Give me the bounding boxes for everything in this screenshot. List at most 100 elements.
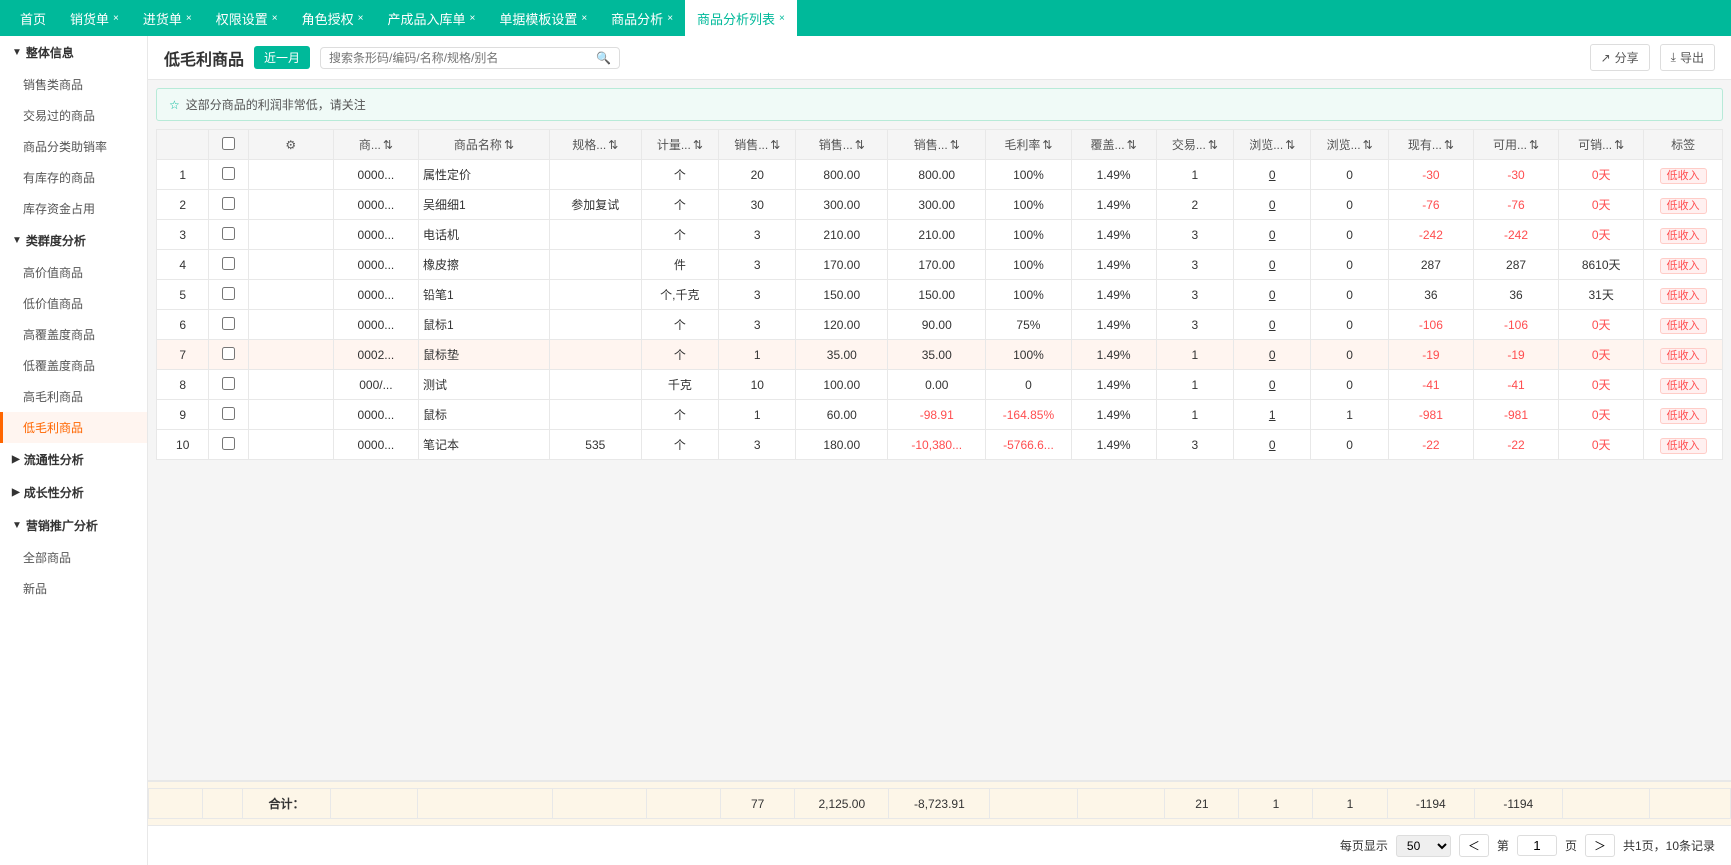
col-header-saleable[interactable]: 可销...⇅: [1559, 130, 1644, 160]
col-header-code[interactable]: 商...⇅: [333, 130, 418, 160]
sidebar-item-traded-goods[interactable]: 交易过的商品: [0, 100, 147, 131]
cell-check[interactable]: [209, 220, 248, 250]
col-header-stock[interactable]: 现有...⇅: [1388, 130, 1473, 160]
cell-spec: [549, 340, 641, 370]
row-checkbox[interactable]: [222, 437, 235, 450]
sidebar-item-stock-capital[interactable]: 库存资金占用: [0, 193, 147, 224]
col-header-spec[interactable]: 规格...⇅: [549, 130, 641, 160]
prev-page-button[interactable]: ＜: [1459, 834, 1489, 857]
nav-close-goods-analysis[interactable]: ×: [667, 13, 673, 24]
nav-close-template-setting[interactable]: ×: [581, 13, 587, 24]
share-button[interactable]: ↗ 分享: [1590, 44, 1650, 71]
cell-check[interactable]: [209, 250, 248, 280]
nav-purchase-order[interactable]: 进货单×: [131, 0, 204, 36]
nav-goods-analysis-list[interactable]: 商品分析列表×: [685, 0, 797, 36]
cell-view1[interactable]: 0: [1234, 340, 1311, 370]
cell-check[interactable]: [209, 340, 248, 370]
cell-view1[interactable]: 0: [1234, 220, 1311, 250]
col-header-profit-rate[interactable]: 毛利率⇅: [986, 130, 1071, 160]
cell-unit: 个,千克: [641, 280, 718, 310]
cell-avail: -19: [1473, 340, 1558, 370]
cell-view1[interactable]: 0: [1234, 370, 1311, 400]
cell-sales-qty: 1: [719, 340, 796, 370]
cell-tag: 低收入: [1644, 430, 1723, 460]
nav-close-role-auth[interactable]: ×: [358, 13, 364, 24]
row-checkbox[interactable]: [222, 317, 235, 330]
row-checkbox[interactable]: [222, 347, 235, 360]
page-size-select[interactable]: 50 100 200: [1396, 835, 1451, 857]
period-button[interactable]: 近一月: [254, 46, 310, 69]
cell-view1[interactable]: 0: [1234, 160, 1311, 190]
cell-view1[interactable]: 0: [1234, 280, 1311, 310]
cell-sales-profit: 170.00: [888, 250, 986, 280]
cell-view1[interactable]: 0: [1234, 190, 1311, 220]
cell-code: 0000...: [333, 280, 418, 310]
next-page-button[interactable]: ＞: [1585, 834, 1615, 857]
row-checkbox[interactable]: [222, 227, 235, 240]
row-checkbox[interactable]: [222, 377, 235, 390]
cell-check[interactable]: [209, 190, 248, 220]
sidebar-item-high-value[interactable]: 高价值商品: [0, 257, 147, 288]
col-header-avail[interactable]: 可用...⇅: [1473, 130, 1558, 160]
select-all-checkbox[interactable]: [222, 137, 235, 150]
cell-view1[interactable]: 0: [1234, 250, 1311, 280]
export-button[interactable]: ⤓ 导出: [1660, 44, 1715, 71]
col-header-settings[interactable]: ⚙: [248, 130, 333, 160]
col-header-unit[interactable]: 计量...⇅: [641, 130, 718, 160]
nav-role-auth[interactable]: 角色授权×: [290, 0, 376, 36]
col-header-check[interactable]: [209, 130, 248, 160]
sidebar-group-overall[interactable]: ▼ 整体信息: [0, 36, 147, 69]
top-nav: 首页 销货单× 进货单× 权限设置× 角色授权× 产成品入库单× 单据模板设置×…: [0, 0, 1731, 36]
cell-check[interactable]: [209, 430, 248, 460]
col-header-trade[interactable]: 交易...⇅: [1156, 130, 1233, 160]
row-checkbox[interactable]: [222, 197, 235, 210]
nav-close-purchase-order[interactable]: ×: [186, 13, 192, 24]
sidebar-item-low-coverage[interactable]: 低覆盖度商品: [0, 350, 147, 381]
sidebar-item-high-profit[interactable]: 高毛利商品: [0, 381, 147, 412]
sidebar-group-marketing[interactable]: ▼ 营销推广分析: [0, 509, 147, 542]
col-header-view2[interactable]: 浏览...⇅: [1311, 130, 1388, 160]
nav-close-goods-analysis-list[interactable]: ×: [779, 13, 785, 24]
nav-home[interactable]: 首页: [8, 0, 58, 36]
col-header-sales-qty[interactable]: 销售...⇅: [719, 130, 796, 160]
cell-check[interactable]: [209, 310, 248, 340]
col-header-view1[interactable]: 浏览...⇅: [1234, 130, 1311, 160]
nav-product-stock[interactable]: 产成品入库单×: [375, 0, 487, 36]
sidebar-item-low-value[interactable]: 低价值商品: [0, 288, 147, 319]
sidebar-group-cluster[interactable]: ▼ 类群度分析: [0, 224, 147, 257]
sidebar-item-sales-goods[interactable]: 销售类商品: [0, 69, 147, 100]
nav-close-permission[interactable]: ×: [272, 13, 278, 24]
cell-check[interactable]: [209, 280, 248, 310]
nav-sales-order[interactable]: 销货单×: [58, 0, 131, 36]
cell-view1[interactable]: 0: [1234, 310, 1311, 340]
search-icon[interactable]: 🔍: [596, 51, 611, 65]
cell-check[interactable]: [209, 370, 248, 400]
sidebar-item-new-goods[interactable]: 新品: [0, 573, 147, 604]
row-checkbox[interactable]: [222, 407, 235, 420]
sidebar-group-circulation[interactable]: ▶ 流通性分析: [0, 443, 147, 476]
col-header-sales-profit[interactable]: 销售...⇅: [888, 130, 986, 160]
col-header-cover-rate[interactable]: 覆盖...⇅: [1071, 130, 1156, 160]
row-checkbox[interactable]: [222, 257, 235, 270]
sidebar-item-all-goods[interactable]: 全部商品: [0, 542, 147, 573]
sidebar-item-high-coverage[interactable]: 高覆盖度商品: [0, 319, 147, 350]
nav-permission[interactable]: 权限设置×: [204, 0, 290, 36]
cell-check[interactable]: [209, 160, 248, 190]
cell-check[interactable]: [209, 400, 248, 430]
cell-view1[interactable]: 0: [1234, 430, 1311, 460]
row-checkbox[interactable]: [222, 167, 235, 180]
col-header-name[interactable]: 商品名称⇅: [418, 130, 549, 160]
nav-goods-analysis[interactable]: 商品分析×: [599, 0, 685, 36]
nav-close-product-stock[interactable]: ×: [469, 13, 475, 24]
sidebar-item-low-profit[interactable]: 低毛利商品: [0, 412, 147, 443]
col-header-sales-price[interactable]: 销售...⇅: [796, 130, 888, 160]
search-input[interactable]: [329, 51, 596, 65]
nav-close-sales-order[interactable]: ×: [113, 13, 119, 24]
page-number-input[interactable]: [1517, 835, 1557, 856]
sidebar-group-growth[interactable]: ▶ 成长性分析: [0, 476, 147, 509]
nav-template-setting[interactable]: 单据模板设置×: [487, 0, 599, 36]
cell-view1[interactable]: 1: [1234, 400, 1311, 430]
sidebar-item-stocked-goods[interactable]: 有库存的商品: [0, 162, 147, 193]
sidebar-item-category-rate[interactable]: 商品分类助销率: [0, 131, 147, 162]
row-checkbox[interactable]: [222, 287, 235, 300]
